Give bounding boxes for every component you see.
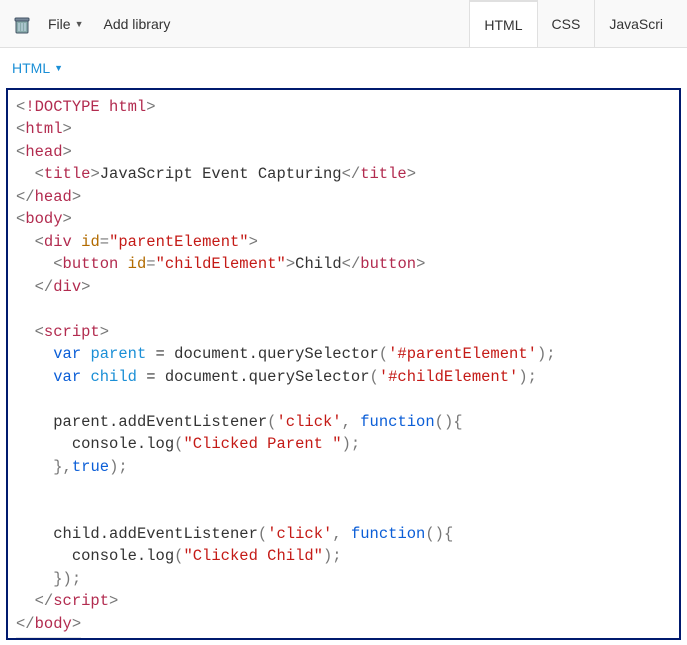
code-editor[interactable]: <!DOCTYPE html> <html> <head> <title>Jav… <box>6 88 681 640</box>
chevron-down-icon: ▼ <box>54 63 63 73</box>
jsbin-logo-icon <box>10 12 34 36</box>
add-library-button[interactable]: Add library <box>97 12 176 36</box>
file-menu-label: File <box>48 16 71 32</box>
tab-html[interactable]: HTML <box>469 0 536 47</box>
chevron-down-icon: ▼ <box>75 19 84 29</box>
panel-subheader: HTML ▼ <box>0 48 687 88</box>
file-menu[interactable]: File ▼ <box>42 12 89 36</box>
panel-type-label: HTML <box>12 60 50 76</box>
main-toolbar: File ▼ Add library HTML CSS JavaScri <box>0 0 687 48</box>
code-content: <!DOCTYPE html> <html> <head> <title>Jav… <box>16 96 671 640</box>
add-library-label: Add library <box>103 16 170 32</box>
panel-tabs: HTML CSS JavaScri <box>469 0 677 47</box>
tab-javascript[interactable]: JavaScri <box>594 0 677 47</box>
tab-css[interactable]: CSS <box>537 0 595 47</box>
panel-type-dropdown[interactable]: HTML ▼ <box>12 60 63 76</box>
